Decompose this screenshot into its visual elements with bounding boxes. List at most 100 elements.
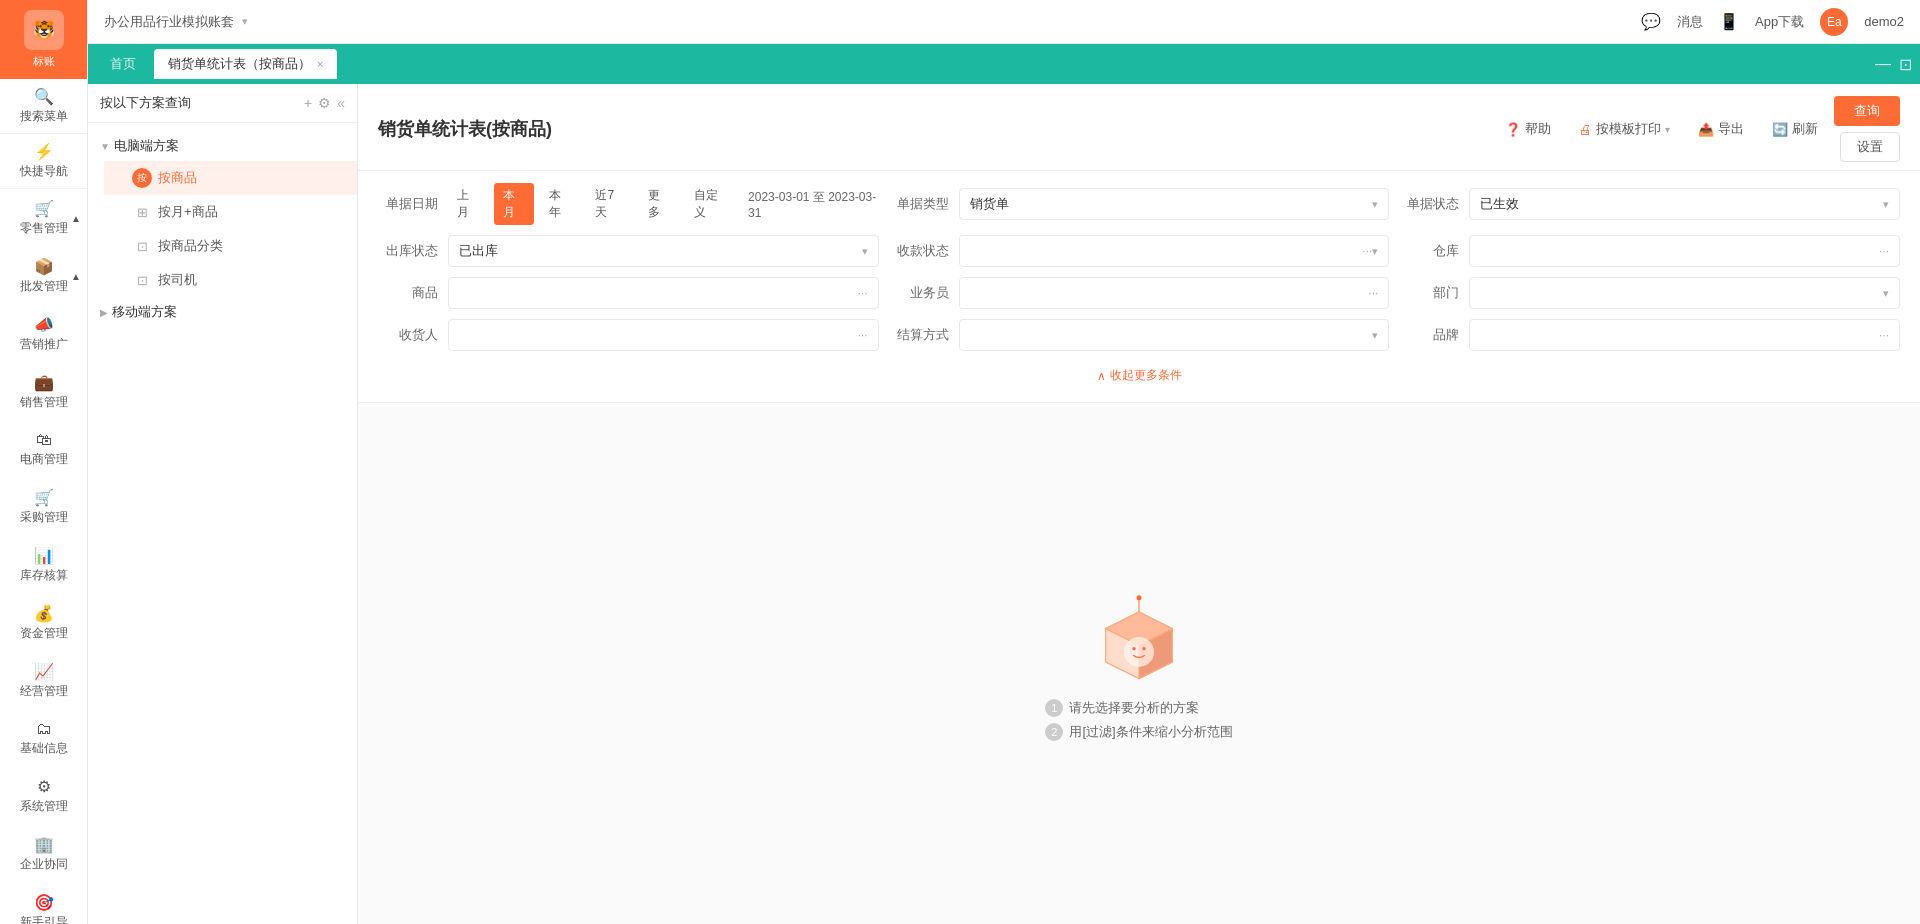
logo-text: 标账: [33, 54, 55, 69]
sidebar-item-enterprise-label: 企业协同: [20, 856, 68, 873]
department-field[interactable]: ▾: [1469, 277, 1900, 309]
help-icon: ❓: [1505, 122, 1521, 137]
by-printer-icon: ⊡: [132, 270, 152, 290]
date-custom-btn[interactable]: 自定义: [685, 183, 736, 225]
doc-status-dropdown-icon: ▾: [1883, 198, 1889, 211]
sidebar-item-purchase[interactable]: 🛒 采购管理: [0, 478, 87, 536]
settlement-field[interactable]: ▾: [959, 319, 1390, 351]
print-icon: 🖨: [1579, 122, 1592, 137]
industry-dropdown-icon[interactable]: ▾: [242, 15, 248, 28]
collapse-filters-button[interactable]: ∧ 收起更多条件: [378, 361, 1900, 390]
sidebar-item-ecommerce[interactable]: 🛍 电商管理: [0, 421, 87, 478]
app-download-label[interactable]: App下载: [1755, 13, 1804, 31]
payment-status-field[interactable]: ··· ▾: [959, 235, 1390, 267]
settlement-label: 结算方式: [889, 326, 959, 344]
tab-sales-report[interactable]: 销货单统计表（按商品） ×: [154, 49, 337, 79]
sidebar-item-stock[interactable]: 📊 库存核算: [0, 536, 87, 594]
payment-status-more-icon[interactable]: ···: [1362, 244, 1372, 258]
warehouse-field[interactable]: ···: [1469, 235, 1900, 267]
sidebar-item-basic[interactable]: 🗂 基础信息: [0, 710, 87, 767]
user-initials: Ea: [1827, 15, 1842, 29]
sidebar-item-stock-label: 库存核算: [20, 567, 68, 584]
query-button[interactable]: 查询: [1834, 96, 1900, 126]
industry-label: 办公用品行业模拟账套: [104, 13, 234, 31]
sidebar-item-ecommerce-label: 电商管理: [20, 451, 68, 468]
svg-point-3: [1124, 637, 1154, 667]
scheme-tree: ▼ 电脑端方案 按 按商品 ⊞ 按月+商品: [88, 123, 357, 335]
message-label[interactable]: 消息: [1677, 13, 1703, 31]
tree-group-desktop-items: 按 按商品 ⊞ 按月+商品 ⊡ 按商品分类 ⊡: [88, 161, 357, 297]
tree-group-desktop-header[interactable]: ▼ 电脑端方案: [88, 131, 357, 161]
tree-group-mobile-header[interactable]: ▶ 移动端方案: [88, 297, 357, 327]
print-arrow-icon: ▾: [1665, 124, 1670, 135]
tab-home[interactable]: 首页: [96, 49, 150, 79]
sidebar-item-system[interactable]: ⚙ 系统管理: [0, 767, 87, 825]
user-name[interactable]: demo2: [1864, 14, 1904, 29]
sidebar-item-basic-label: 基础信息: [20, 740, 68, 757]
tree-item-by-printer-label: 按司机: [158, 271, 197, 289]
print-button[interactable]: 🖨 按模板打印 ▾: [1571, 116, 1678, 142]
sidebar-item-finance[interactable]: 💰 资金管理: [0, 594, 87, 652]
sidebar-quick-nav[interactable]: ⚡ 快捷导航: [0, 134, 87, 189]
sidebar-item-newbie[interactable]: 🎯 新手引导: [0, 883, 87, 924]
help-button[interactable]: ❓ 帮助: [1497, 116, 1559, 142]
sidebar: 🐯 标账 🔍 搜索菜单 ⚡ 快捷导航 🛒 零售管理 ▲ 📦 批发管理 ▲ 📣 营…: [0, 0, 88, 924]
tree-item-by-category[interactable]: ⊡ 按商品分类: [104, 229, 357, 263]
tree-item-by-product-label: 按商品: [158, 169, 197, 187]
tree-item-by-month-product[interactable]: ⊞ 按月+商品: [104, 195, 357, 229]
date-current-month-btn[interactable]: 本月: [494, 183, 534, 225]
search-icon: 🔍: [34, 87, 54, 106]
filter-cell-product: 商品 ···: [378, 277, 879, 309]
sidebar-item-retail[interactable]: 🛒 零售管理 ▲: [0, 189, 87, 247]
export-button[interactable]: 📤 导出: [1690, 116, 1752, 142]
brand-field[interactable]: ···: [1469, 319, 1900, 351]
sidebar-item-enterprise[interactable]: 🏢 企业协同: [0, 825, 87, 883]
settings-scheme-icon[interactable]: ⚙: [318, 95, 331, 111]
print-label: 按模板打印: [1596, 120, 1661, 138]
content-area: 按以下方案查询 + ⚙ « ▼ 电脑端方案: [88, 84, 1920, 924]
date-last-7-days-btn[interactable]: 近7天: [586, 183, 632, 225]
sidebar-item-wholesale[interactable]: 📦 批发管理 ▲: [0, 247, 87, 305]
recipient-field[interactable]: ···: [448, 319, 879, 351]
product-more-icon[interactable]: ···: [858, 286, 868, 300]
empty-state: 1 请先选择要分析的方案 2 用[过滤]条件来缩小分析范围: [1045, 587, 1232, 741]
warehouse-status-field[interactable]: 已出库 ▾: [448, 235, 879, 267]
date-current-year-btn[interactable]: 本年: [540, 183, 580, 225]
recipient-more-icon[interactable]: ···: [858, 328, 868, 342]
collapse-panel-icon[interactable]: «: [337, 95, 345, 111]
add-scheme-icon[interactable]: +: [304, 95, 312, 111]
settings-button[interactable]: 设置: [1840, 132, 1900, 162]
date-prev-month-btn[interactable]: 上月: [448, 183, 488, 225]
filter-row-1: 单据日期 上月 本月 本年 近7天 更多 自定义 2023-03-01 至 20…: [378, 183, 1900, 225]
doc-type-filter-value: 销货单: [970, 195, 1373, 213]
salesperson-field[interactable]: ···: [959, 277, 1390, 309]
by-category-icon: ⊡: [132, 236, 152, 256]
filter-row-3: 商品 ··· 业务员 ··· 部门: [378, 277, 1900, 309]
sidebar-item-sales[interactable]: 💼 销售管理: [0, 363, 87, 421]
warehouse-label: 仓库: [1399, 242, 1469, 260]
tip-num-1: 1: [1045, 699, 1063, 717]
date-more-btn[interactable]: 更多: [639, 183, 679, 225]
refresh-button[interactable]: 🔄 刷新: [1764, 116, 1826, 142]
doc-type-filter-field[interactable]: 销货单 ▾: [959, 188, 1390, 220]
filter-cell-salesperson: 业务员 ···: [889, 277, 1390, 309]
tree-item-by-printer[interactable]: ⊡ 按司机: [104, 263, 357, 297]
tab-close-icon[interactable]: ×: [317, 58, 323, 70]
sidebar-item-purchase-label: 采购管理: [20, 509, 68, 526]
wholesale-icon: 📦: [34, 257, 54, 276]
product-field[interactable]: ···: [448, 277, 879, 309]
sidebar-search-menu[interactable]: 🔍 搜索菜单: [0, 79, 87, 134]
left-panel: 按以下方案查询 + ⚙ « ▼ 电脑端方案: [88, 84, 358, 924]
sidebar-item-operation[interactable]: 📈 经营管理: [0, 652, 87, 710]
nav-icon: ⚡: [34, 142, 54, 161]
window-maximize-icon[interactable]: ⊡: [1899, 55, 1912, 74]
stock-icon: 📊: [34, 546, 54, 565]
window-minimize-icon[interactable]: —: [1875, 55, 1891, 74]
warehouse-more-icon[interactable]: ···: [1879, 244, 1889, 258]
brand-more-icon[interactable]: ···: [1879, 328, 1889, 342]
sidebar-item-marketing[interactable]: 📣 营销推广: [0, 305, 87, 363]
salesperson-more-icon[interactable]: ···: [1368, 286, 1378, 300]
doc-status-filter-field[interactable]: 已生效 ▾: [1469, 188, 1900, 220]
tree-item-by-product[interactable]: 按 按商品: [104, 161, 357, 195]
payment-status-label: 收款状态: [889, 242, 959, 260]
